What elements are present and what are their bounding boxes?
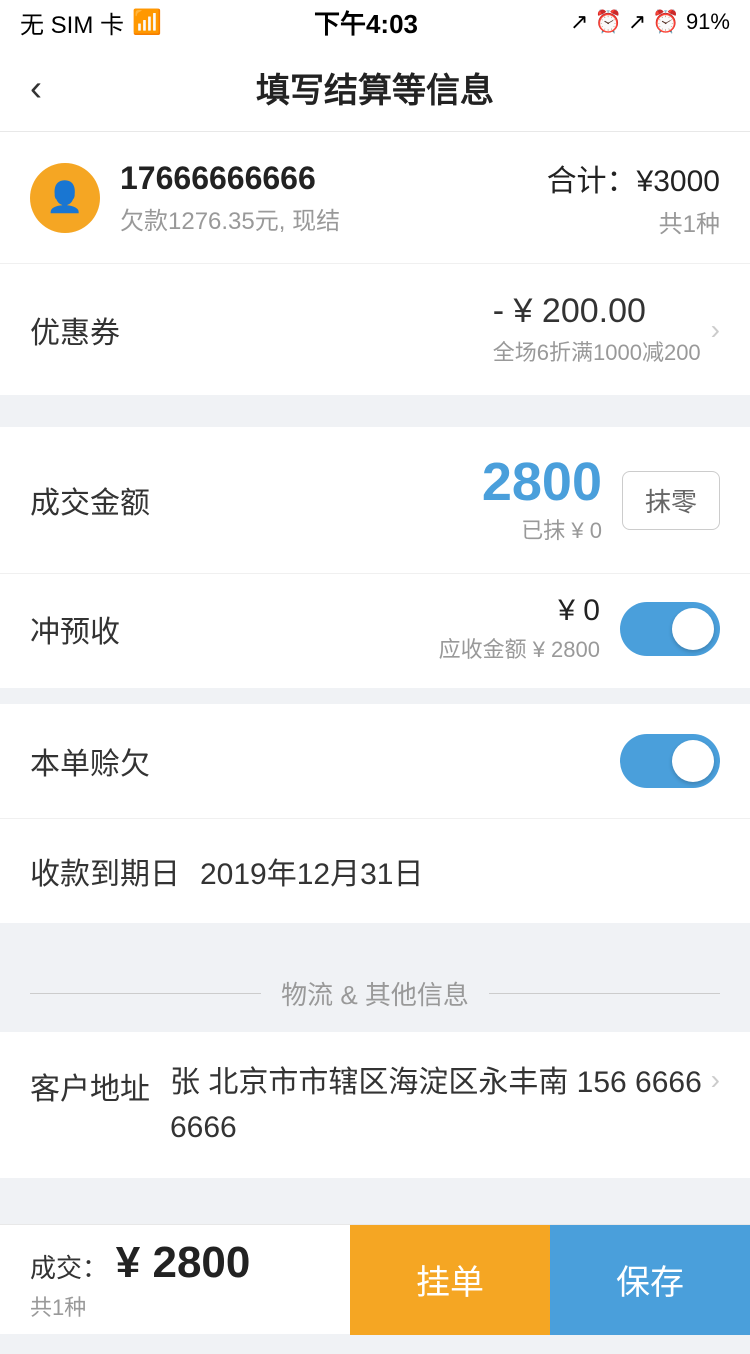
customer-left: 👤 17666666666 欠款1276.35元, 现结 xyxy=(30,160,340,236)
bottom-count: 共1种 xyxy=(30,1290,320,1322)
prepay-label: 冲预收 xyxy=(30,607,120,651)
bottom-deal-amount: ¥ 2800 xyxy=(116,1238,251,1287)
bottom-deal-row: 成交： ¥ 2800 xyxy=(30,1238,320,1288)
total-count: 共1种 xyxy=(547,204,720,239)
address-label: 客户地址 xyxy=(30,1060,150,1108)
due-date-row: 收款到期日 2019年12月31日 xyxy=(0,818,750,923)
amount-label: 成交金额 xyxy=(30,478,150,522)
bottom-deal-label: 成交： xyxy=(30,1253,108,1283)
hang-button[interactable]: 挂单 xyxy=(350,1225,550,1335)
logistics-header: 物流 & 其他信息 xyxy=(0,955,750,1032)
amount-value-block: 2800 已抹 ¥ 0 xyxy=(482,455,602,545)
bottom-summary: 成交： ¥ 2800 共1种 xyxy=(0,1238,350,1322)
debt-row: 本单赊欠 xyxy=(0,704,750,818)
customer-right: 合计：¥3000 共1种 xyxy=(547,156,720,239)
customer-subtext: 欠款1276.35元, 现结 xyxy=(120,201,340,236)
status-left: 无 SIM 卡 📶 xyxy=(20,5,162,40)
address-card: 客户地址 张 北京市市辖区海淀区永丰南 156 6666 6666 › xyxy=(0,1032,750,1178)
coupon-row[interactable]: 优惠券 - ¥ 200.00 全场6折满1000减200 › xyxy=(0,264,750,395)
customer-card: 👤 17666666666 欠款1276.35元, 现结 合计：¥3000 共1… xyxy=(0,132,750,395)
address-value: 张 北京市市辖区海淀区永丰南 156 6666 6666 xyxy=(170,1060,711,1150)
customer-phone: 17666666666 xyxy=(120,160,340,197)
logistics-line-left xyxy=(30,993,261,994)
address-row[interactable]: 客户地址 张 北京市市辖区海淀区永丰南 156 6666 6666 › xyxy=(0,1032,750,1178)
amount-right: 2800 已抹 ¥ 0 抹零 xyxy=(482,455,720,545)
bottom-bar: 成交： ¥ 2800 共1种 挂单 保存 xyxy=(0,1224,750,1334)
prepay-value: ¥ 0 xyxy=(439,594,600,628)
coupon-discount: - ¥ 200.00 xyxy=(493,292,701,331)
main-content: 👤 17666666666 欠款1276.35元, 现结 合计：¥3000 共1… xyxy=(0,132,750,1354)
amount-row: 成交金额 2800 已抹 ¥ 0 抹零 xyxy=(0,427,750,573)
prepay-row: 冲预收 ¥ 0 应收金额 ¥ 2800 xyxy=(0,573,750,688)
debt-section: 本单赊欠 收款到期日 2019年12月31日 xyxy=(0,704,750,923)
location-icon: ↗ xyxy=(570,9,588,35)
prepay-value-block: ¥ 0 应收金额 ¥ 2800 xyxy=(439,594,600,664)
avatar-icon: 👤 xyxy=(46,180,83,215)
alarm-icon: ⏰ xyxy=(594,9,621,35)
prepay-toggle[interactable] xyxy=(620,602,720,656)
section-divider-2 xyxy=(0,688,750,704)
prepay-right: ¥ 0 应收金额 ¥ 2800 xyxy=(439,594,720,664)
chevron-right-icon: › xyxy=(711,314,720,346)
sim-signal: 无 SIM 卡 xyxy=(20,5,124,40)
wifi-icon: 📶 xyxy=(132,8,162,37)
section-divider-1 xyxy=(0,411,750,427)
due-date-value: 2019年12月31日 xyxy=(200,849,423,893)
logistics-line-right xyxy=(489,993,720,994)
status-time: 下午4:03 xyxy=(314,4,418,41)
address-chevron-icon: › xyxy=(711,1060,720,1096)
debt-label: 本单赊欠 xyxy=(30,739,150,783)
debt-toggle[interactable] xyxy=(620,734,720,788)
customer-row: 👤 17666666666 欠款1276.35元, 现结 合计：¥3000 共1… xyxy=(0,132,750,264)
due-date-label: 收款到期日 xyxy=(30,849,180,893)
save-button[interactable]: 保存 xyxy=(550,1225,750,1335)
coupon-info: - ¥ 200.00 全场6折满1000减200 xyxy=(493,292,701,367)
total-amount: 合计：¥3000 xyxy=(547,156,720,200)
coupon-right: - ¥ 200.00 全场6折满1000减200 › xyxy=(493,292,720,367)
customer-info: 17666666666 欠款1276.35元, 现结 xyxy=(120,160,340,236)
page-title: 填写结算等信息 xyxy=(256,63,494,112)
amount-section: 成交金额 2800 已抹 ¥ 0 抹零 冲预收 ¥ 0 应收金额 ¥ 2800 xyxy=(0,427,750,688)
avatar: 👤 xyxy=(30,163,100,233)
logistics-label: 物流 & 其他信息 xyxy=(281,975,469,1012)
coupon-label: 优惠券 xyxy=(30,308,120,352)
amount-sub: 已抹 ¥ 0 xyxy=(482,513,602,545)
status-right: ↗ ⏰ ↗ ⏰ 91% xyxy=(570,9,730,35)
round-button[interactable]: 抹零 xyxy=(622,471,720,530)
nav-bar: ‹ 填写结算等信息 xyxy=(0,44,750,132)
status-bar: 无 SIM 卡 📶 下午4:03 ↗ ⏰ ↗ ⏰ 91% xyxy=(0,0,750,44)
prepay-sub: 应收金额 ¥ 2800 xyxy=(439,632,600,664)
coupon-desc: 全场6折满1000减200 xyxy=(493,335,701,367)
amount-value: 2800 xyxy=(482,455,602,509)
section-divider-3 xyxy=(0,939,750,955)
battery-label: ↗ ⏰ 91% xyxy=(628,9,730,35)
back-button[interactable]: ‹ xyxy=(30,70,42,106)
